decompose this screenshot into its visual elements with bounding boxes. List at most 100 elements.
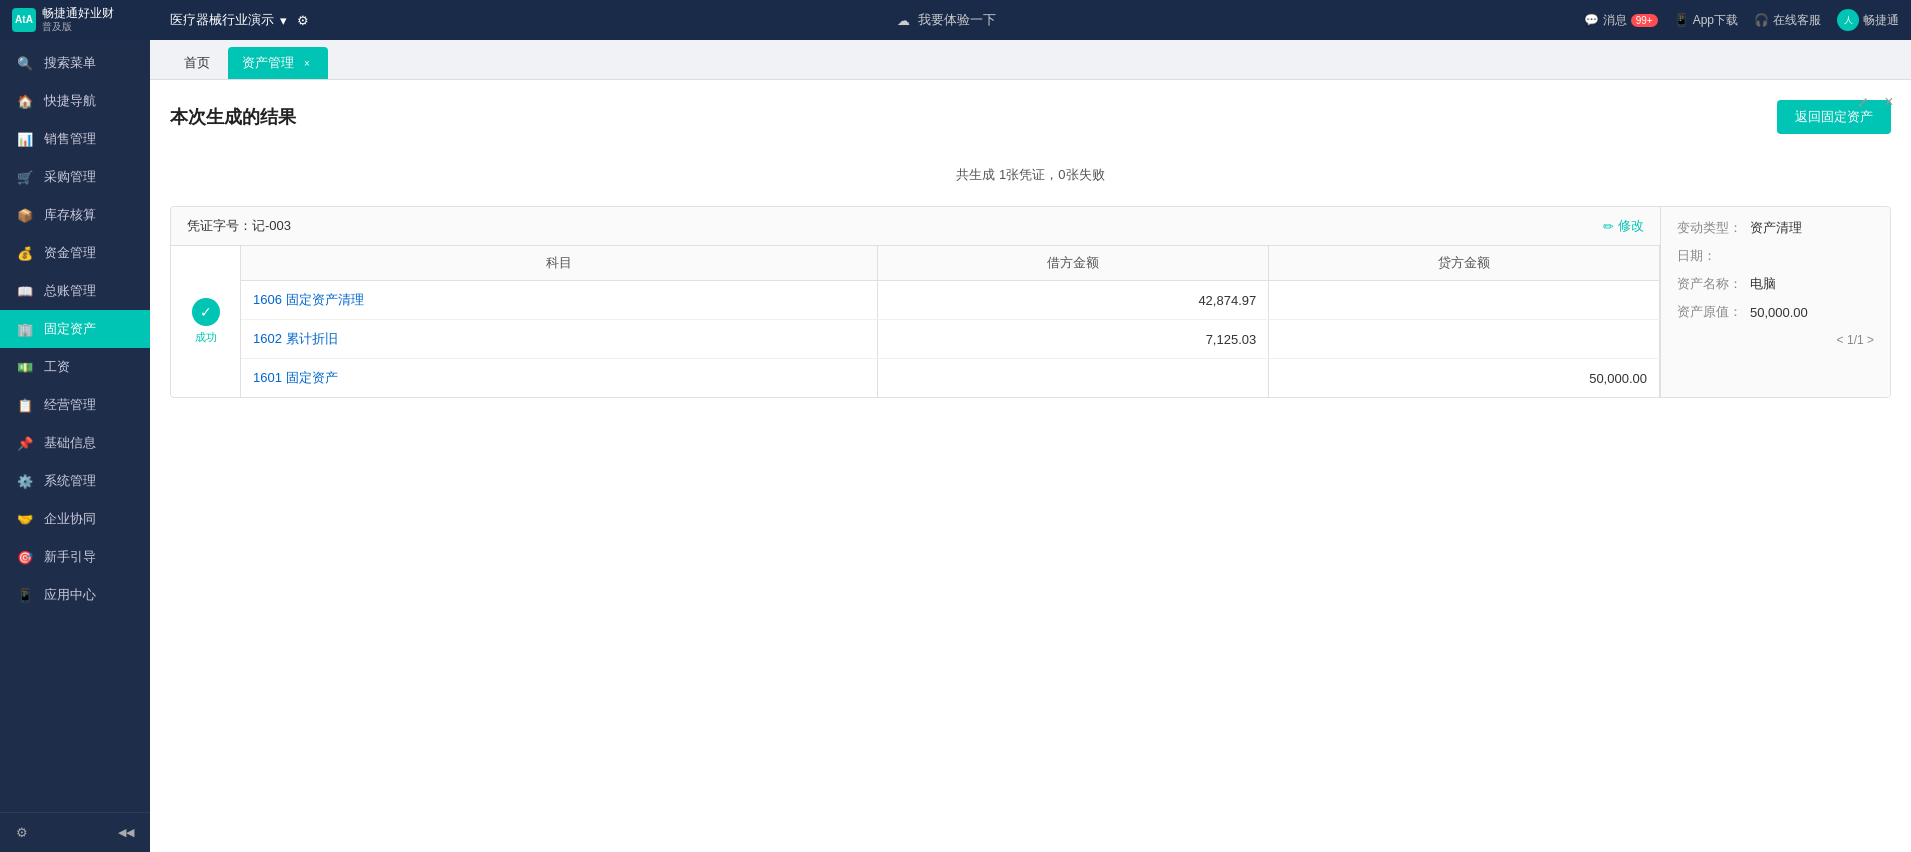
sidebar-item-purchase[interactable]: 🛒 采购管理: [0, 158, 150, 196]
edit-label: 修改: [1618, 217, 1644, 235]
sidebar-item-system[interactable]: ⚙️ 系统管理: [0, 462, 150, 500]
sidebar-item-sales[interactable]: 📊 销售管理: [0, 120, 150, 158]
settings-icon[interactable]: ⚙: [297, 13, 309, 28]
voucher-body: ✓ 成功 科目 借方金额 贷方: [171, 246, 1660, 397]
user-area[interactable]: 人 畅捷通: [1837, 9, 1899, 31]
sidebar-item-operations[interactable]: 📋 经营管理: [0, 386, 150, 424]
subject-2: 1602 累计折旧: [241, 320, 878, 359]
sidebar-label-basic-info: 基础信息: [44, 434, 96, 452]
sidebar-item-inventory[interactable]: 📦 库存核算: [0, 196, 150, 234]
app-center-icon: 📱: [16, 586, 34, 604]
debit-2: 7,125.03: [878, 320, 1269, 359]
sidebar-label-fund: 资金管理: [44, 244, 96, 262]
sidebar-item-guide[interactable]: 🎯 新手引导: [0, 538, 150, 576]
success-label: 成功: [195, 330, 217, 345]
avatar: 人: [1837, 9, 1859, 31]
summary-text: 共生成 1张凭证，0张失败: [956, 167, 1104, 182]
date-row: 日期：: [1677, 247, 1874, 265]
sidebar-item-cooperation[interactable]: 🤝 企业协同: [0, 500, 150, 538]
settings-bottom-icon[interactable]: ⚙: [16, 825, 28, 840]
original-value-label: 资产原值：: [1677, 303, 1742, 321]
cloud-icon: ☁: [897, 13, 910, 28]
collapse-icon[interactable]: ◀◀: [118, 826, 134, 839]
sidebar-item-fixed-assets[interactable]: 🏢 固定资产: [0, 310, 150, 348]
message-icon: 💬: [1584, 13, 1599, 27]
sidebar-item-payroll[interactable]: 💵 工资: [0, 348, 150, 386]
app-name: 畅捷通好业财: [42, 6, 114, 20]
panel-close-button[interactable]: ×: [1877, 90, 1901, 114]
result-summary: 共生成 1张凭证，0张失败: [170, 154, 1891, 196]
voucher-section: 凭证字号：记-003 ✏ 修改 ✓ 成功: [170, 206, 1891, 398]
subject-3: 1601 固定资产: [241, 359, 878, 398]
detail-pagination[interactable]: < 1/1 >: [1677, 333, 1874, 347]
sidebar-item-search[interactable]: 🔍 搜索菜单: [0, 44, 150, 82]
sidebar-label-inventory: 库存核算: [44, 206, 96, 224]
headset-icon: 🎧: [1754, 13, 1769, 27]
voucher-left: 凭证字号：记-003 ✏ 修改 ✓ 成功: [171, 207, 1660, 397]
operations-icon: 📋: [16, 396, 34, 414]
user-name: 畅捷通: [1863, 12, 1899, 29]
sidebar-label-sales: 销售管理: [44, 130, 96, 148]
online-service-button[interactable]: 🎧 在线客服: [1754, 12, 1821, 29]
header-right: 💬 消息 99+ 📱 App下载 🎧 在线客服 人 畅捷通: [1584, 9, 1899, 31]
sidebar-item-quick-nav[interactable]: 🏠 快捷导航: [0, 82, 150, 120]
panel-expand-button[interactable]: ⤢: [1851, 90, 1875, 114]
change-type-label: 变动类型：: [1677, 219, 1742, 237]
asset-name-value: 电脑: [1750, 275, 1776, 293]
success-icon: ✓: [192, 298, 220, 326]
header-center: ☁ 我要体验一下: [309, 11, 1584, 29]
tab-asset-management[interactable]: 资产管理 ×: [228, 47, 328, 79]
sidebar-label-operations: 经营管理: [44, 396, 96, 414]
fund-icon: 💰: [16, 244, 34, 262]
sidebar-item-basic-info[interactable]: 📌 基础信息: [0, 424, 150, 462]
logo-icon: AtA: [12, 8, 36, 32]
sidebar: 🔍 搜索菜单 🏠 快捷导航 📊 销售管理 🛒 采购管理 📦 库存核算 💰 资金管…: [0, 40, 150, 852]
sidebar-item-fund[interactable]: 💰 资金管理: [0, 234, 150, 272]
company-name: 医疗器械行业演示: [170, 11, 274, 29]
page-content: ⤢ × 本次生成的结果 返回固定资产 共生成 1张凭证，0张失败 凭证字号：记-: [150, 80, 1911, 852]
message-badge: 99+: [1631, 14, 1658, 27]
pagination-prev[interactable]: <: [1837, 333, 1844, 347]
sales-icon: 📊: [16, 130, 34, 148]
sidebar-item-ledger[interactable]: 📖 总账管理: [0, 272, 150, 310]
logo-area: AtA 畅捷通好业财 普及版: [12, 6, 162, 34]
change-type-value: 资产清理: [1750, 219, 1802, 237]
edit-button[interactable]: ✏ 修改: [1603, 217, 1644, 235]
app-download-button[interactable]: 📱 App下载: [1674, 12, 1738, 29]
online-service-label: 在线客服: [1773, 12, 1821, 29]
tab-bar: 首页 资产管理 ×: [150, 40, 1911, 80]
edit-icon: ✏: [1603, 219, 1614, 234]
debit-3: [878, 359, 1269, 398]
sidebar-label-purchase: 采购管理: [44, 168, 96, 186]
message-button[interactable]: 💬 消息 99+: [1584, 12, 1658, 29]
ledger-icon: 📖: [16, 282, 34, 300]
credit-2: [1269, 320, 1660, 359]
sidebar-label-search: 搜索菜单: [44, 54, 96, 72]
content-area: 首页 资产管理 × ⤢ × 本次生成的结果 返回固定资产 共生成 1张凭证，0张…: [150, 40, 1911, 852]
sidebar-bottom: ⚙ ◀◀: [0, 812, 150, 852]
date-label: 日期：: [1677, 247, 1716, 265]
system-icon: ⚙️: [16, 472, 34, 490]
sidebar-label-system: 系统管理: [44, 472, 96, 490]
company-selector[interactable]: 医疗器械行业演示 ▾ ⚙: [170, 11, 309, 29]
tab-asset-label: 资产管理: [242, 54, 294, 72]
basic-info-icon: 📌: [16, 434, 34, 452]
tab-home[interactable]: 首页: [170, 47, 224, 79]
purchase-icon: 🛒: [16, 168, 34, 186]
page-header: 本次生成的结果 返回固定资产: [170, 100, 1891, 134]
sidebar-label-payroll: 工资: [44, 358, 70, 376]
pagination-next[interactable]: >: [1867, 333, 1874, 347]
credit-3: 50,000.00: [1269, 359, 1660, 398]
sidebar-label-fixed-assets: 固定资产: [44, 320, 96, 338]
pagination-info: 1/1: [1847, 333, 1867, 347]
sidebar-label-guide: 新手引导: [44, 548, 96, 566]
try-label[interactable]: 我要体验一下: [918, 11, 996, 29]
change-type-row: 变动类型： 资产清理: [1677, 219, 1874, 237]
app-download-label: App下载: [1693, 12, 1738, 29]
tab-close-icon[interactable]: ×: [300, 56, 314, 70]
table-row: 1602 累计折旧 7,125.03: [241, 320, 1660, 359]
app-edition: 普及版: [42, 20, 114, 34]
sidebar-item-app-center[interactable]: 📱 应用中心: [0, 576, 150, 614]
table-row: 1606 固定资产清理 42,874.97: [241, 281, 1660, 320]
fixed-assets-icon: 🏢: [16, 320, 34, 338]
